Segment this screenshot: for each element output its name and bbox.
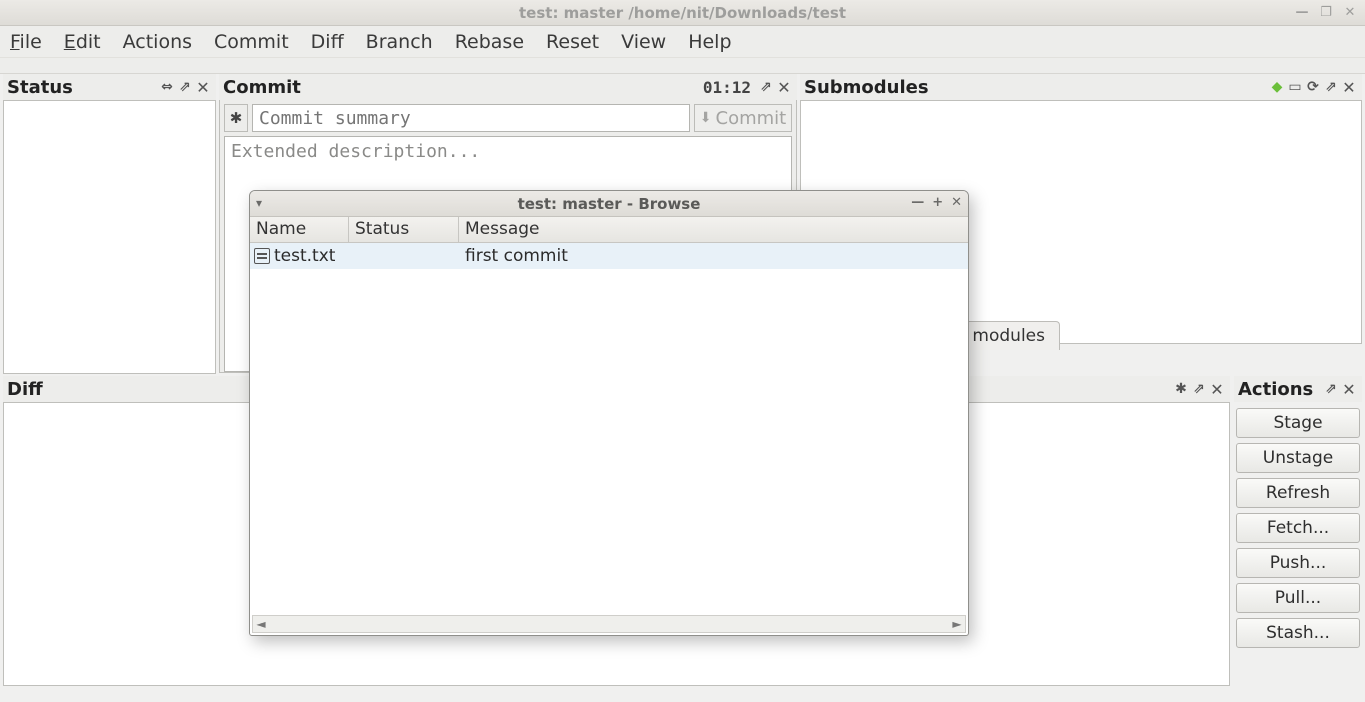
commit-time: 01:12	[703, 78, 751, 97]
browse-row[interactable]: test.txt first commit	[250, 243, 968, 269]
refresh-icon[interactable]: ⟳	[1304, 79, 1322, 95]
commit-close-icon[interactable]: ✕	[775, 78, 793, 97]
diff-settings-icon[interactable]: ✱	[1172, 381, 1190, 397]
submodules-detach-icon[interactable]: ⇗	[1322, 79, 1340, 95]
menubar: File Edit Actions Commit Diff Branch Reb…	[0, 26, 1365, 58]
menu-actions[interactable]: Actions	[123, 31, 192, 53]
menu-rebase[interactable]: Rebase	[455, 31, 524, 53]
panel-commit-title: Commit	[223, 77, 301, 98]
browse-row-name: test.txt	[274, 246, 335, 266]
monitor-icon[interactable]: ▭	[1286, 79, 1304, 95]
commit-options-button[interactable]: ✱	[224, 104, 248, 132]
column-status[interactable]: Status	[349, 217, 459, 242]
status-columns-icon[interactable]: ⇔	[158, 79, 176, 95]
menu-commit[interactable]: Commit	[214, 31, 289, 53]
diff-close-icon[interactable]: ✕	[1208, 380, 1226, 399]
download-icon: ⬇	[700, 110, 712, 126]
column-name[interactable]: Name	[250, 217, 349, 242]
refresh-button[interactable]: Refresh	[1236, 478, 1360, 508]
actions-close-icon[interactable]: ✕	[1340, 380, 1358, 399]
panel-actions: Actions ⇗ ✕ Stage Unstage Refresh Fetch.…	[1234, 376, 1362, 650]
toolbar-empty	[0, 58, 1365, 74]
tab-submodules[interactable]: modules	[957, 321, 1060, 350]
commit-button-label: Commit	[716, 108, 787, 129]
status-detach-icon[interactable]: ⇗	[176, 79, 194, 95]
diff-detach-icon[interactable]: ⇗	[1190, 381, 1208, 397]
panel-submodules-title: Submodules	[804, 77, 929, 98]
menu-help[interactable]: Help	[688, 31, 731, 53]
window-close-icon[interactable]: ✕	[1341, 3, 1359, 21]
pull-button[interactable]: Pull...	[1236, 583, 1360, 613]
menu-reset[interactable]: Reset	[546, 31, 599, 53]
dialog-minimize-icon[interactable]: —	[911, 195, 924, 210]
actions-detach-icon[interactable]: ⇗	[1322, 381, 1340, 397]
main-window-titlebar: test: master /home/nit/Downloads/test — …	[0, 0, 1365, 26]
unstage-button[interactable]: Unstage	[1236, 443, 1360, 473]
window-minimize-icon[interactable]: —	[1293, 3, 1311, 21]
menu-branch[interactable]: Branch	[366, 31, 433, 53]
commit-description-placeholder: Extended description...	[231, 141, 480, 162]
browse-title: test: master - Browse	[518, 195, 701, 213]
menu-edit[interactable]: Edit	[64, 31, 101, 53]
browse-row-message: first commit	[459, 246, 968, 266]
commit-summary-input[interactable]	[252, 104, 690, 132]
window-maximize-icon[interactable]: ❐	[1317, 3, 1335, 21]
dialog-menu-icon[interactable]: ▾	[256, 196, 262, 210]
scroll-left-icon[interactable]: ◄	[253, 617, 269, 631]
status-body	[3, 100, 216, 374]
main-window-title: test: master /home/nit/Downloads/test	[519, 4, 846, 22]
panel-diff-title: Diff	[7, 379, 43, 400]
push-button[interactable]: Push...	[1236, 548, 1360, 578]
dialog-maximize-icon[interactable]: +	[932, 195, 943, 210]
fetch-button[interactable]: Fetch...	[1236, 513, 1360, 543]
column-message[interactable]: Message	[459, 217, 968, 242]
menu-diff[interactable]: Diff	[311, 31, 344, 53]
file-icon	[254, 248, 270, 264]
terminal-icon[interactable]: ◆	[1268, 79, 1286, 95]
browse-titlebar[interactable]: ▾ test: master - Browse — + ✕	[250, 191, 968, 217]
stage-button[interactable]: Stage	[1236, 408, 1360, 438]
submodules-close-icon[interactable]: ✕	[1340, 78, 1358, 97]
commit-button[interactable]: ⬇ Commit	[694, 104, 792, 132]
scroll-right-icon[interactable]: ►	[949, 617, 965, 631]
panel-status-title: Status	[7, 77, 73, 98]
status-close-icon[interactable]: ✕	[194, 78, 212, 97]
menu-view[interactable]: View	[621, 31, 666, 53]
menu-file[interactable]: File	[10, 31, 42, 53]
dialog-close-icon[interactable]: ✕	[951, 195, 962, 210]
commit-detach-icon[interactable]: ⇗	[757, 79, 775, 95]
panel-status: Status ⇔ ⇗ ✕	[3, 74, 216, 374]
stash-button[interactable]: Stash...	[1236, 618, 1360, 648]
panel-actions-title: Actions	[1238, 379, 1313, 400]
browse-column-headers: Name Status Message	[250, 217, 968, 243]
browse-horizontal-scrollbar[interactable]: ◄ ►	[252, 615, 966, 633]
browse-dialog: ▾ test: master - Browse — + ✕ Name Statu…	[249, 190, 969, 636]
